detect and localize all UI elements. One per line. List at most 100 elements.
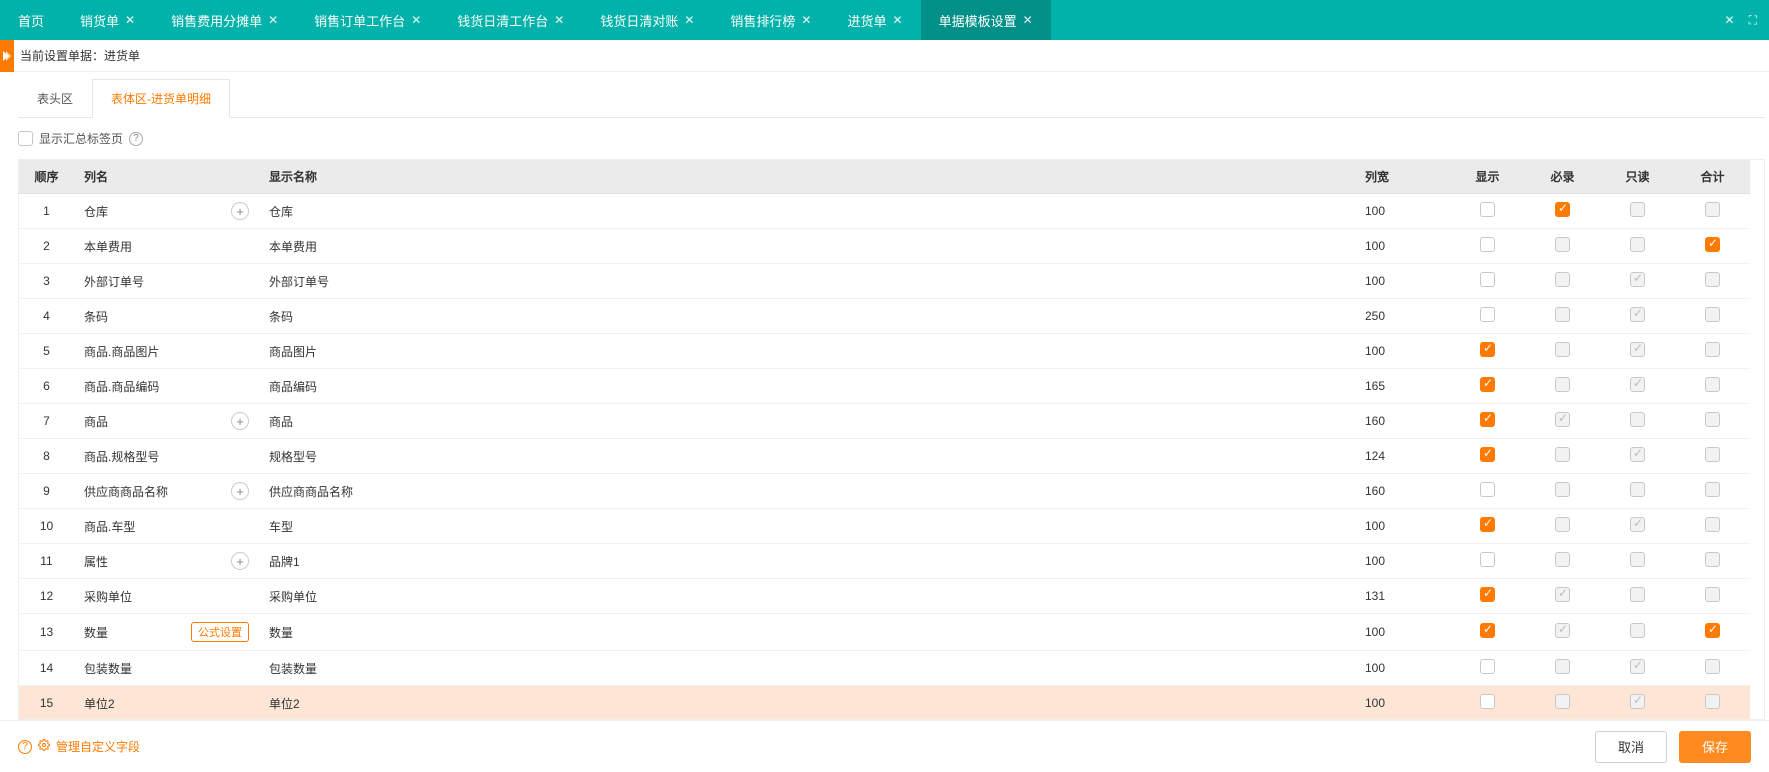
table-row[interactable]: 12采购单位采购单位131 <box>19 579 1750 614</box>
table-row[interactable]: 4条码条码250 <box>19 299 1750 334</box>
help-icon[interactable]: ? <box>18 740 32 754</box>
column-name-text: 仓库 <box>84 203 108 220</box>
cell-display-name[interactable]: 商品编码 <box>259 369 1355 404</box>
close-icon[interactable]: ✕ <box>684 13 694 27</box>
cell-display-name[interactable]: 供应商商品名称 <box>259 474 1355 509</box>
cell-width[interactable]: 124 <box>1355 439 1450 474</box>
top-tab[interactable]: 销售订单工作台✕ <box>296 0 439 40</box>
collapse-toggle[interactable] <box>0 40 14 72</box>
cell-width[interactable]: 100 <box>1355 334 1450 369</box>
table-row[interactable]: 2本单费用本单费用100 <box>19 229 1750 264</box>
show-checkbox[interactable] <box>1480 623 1495 638</box>
table-row[interactable]: 1仓库+仓库100 <box>19 194 1750 229</box>
show-checkbox[interactable] <box>1480 237 1495 252</box>
show-checkbox[interactable] <box>1480 447 1495 462</box>
tab-label: 钱货日清工作台 <box>457 11 548 30</box>
close-icon[interactable]: ✕ <box>801 13 811 27</box>
table-row[interactable]: 5商品.商品图片商品图片100 <box>19 334 1750 369</box>
show-checkbox[interactable] <box>1480 342 1495 357</box>
top-tab[interactable]: 销货单✕ <box>62 0 153 40</box>
table-row[interactable]: 9供应商商品名称+供应商商品名称160 <box>19 474 1750 509</box>
cell-name: 商品+ <box>74 404 259 439</box>
cancel-button[interactable]: 取消 <box>1595 731 1667 763</box>
table-row[interactable]: 7商品+商品160 <box>19 404 1750 439</box>
cell-display-name[interactable]: 包装数量 <box>259 651 1355 686</box>
cell-display-name[interactable]: 数量 <box>259 614 1355 651</box>
show-checkbox[interactable] <box>1480 412 1495 427</box>
plus-icon[interactable]: + <box>231 412 249 430</box>
table-row[interactable]: 14包装数量包装数量100 <box>19 651 1750 686</box>
cell-display-name[interactable]: 仓库 <box>259 194 1355 229</box>
cell-width[interactable]: 250 <box>1355 299 1450 334</box>
inner-tab[interactable]: 表体区-进货单明细 <box>92 79 230 118</box>
cell-width[interactable]: 100 <box>1355 686 1450 720</box>
show-checkbox[interactable] <box>1480 552 1495 567</box>
close-icon[interactable]: ✕ <box>893 13 903 27</box>
cell-display-name[interactable]: 条码 <box>259 299 1355 334</box>
top-tab[interactable]: 单据模板设置✕ <box>921 0 1051 40</box>
cell-width[interactable]: 100 <box>1355 264 1450 299</box>
table-row[interactable]: 6商品.商品编码商品编码165 <box>19 369 1750 404</box>
fullscreen-icon[interactable]: ⛶ <box>1749 13 1757 28</box>
top-tab[interactable]: 进货单✕ <box>829 0 920 40</box>
table-row[interactable]: 3外部订单号外部订单号100 <box>19 264 1750 299</box>
total-checkbox[interactable] <box>1705 237 1720 252</box>
close-icon[interactable]: ✕ <box>1023 13 1033 27</box>
cell-display-name[interactable]: 本单费用 <box>259 229 1355 264</box>
cell-width[interactable]: 100 <box>1355 614 1450 651</box>
top-tab[interactable]: 钱货日清工作台 ✕ <box>439 0 582 40</box>
total-checkbox[interactable] <box>1705 623 1720 638</box>
show-checkbox[interactable] <box>1480 377 1495 392</box>
top-tab[interactable]: 首页 <box>0 0 62 40</box>
cell-width[interactable]: 165 <box>1355 369 1450 404</box>
show-checkbox[interactable] <box>1480 694 1495 709</box>
close-all-icon[interactable]: ✕ <box>1725 13 1735 27</box>
cell-display-name[interactable]: 商品图片 <box>259 334 1355 369</box>
table-row[interactable]: 11属性+品牌1100 <box>19 544 1750 579</box>
cell-display-name[interactable]: 外部订单号 <box>259 264 1355 299</box>
cell-seq: 4 <box>19 299 74 334</box>
save-button[interactable]: 保存 <box>1679 731 1751 763</box>
table-row[interactable]: 8商品.规格型号规格型号124 <box>19 439 1750 474</box>
show-checkbox[interactable] <box>1480 482 1495 497</box>
plus-icon[interactable]: + <box>231 482 249 500</box>
cell-width[interactable]: 100 <box>1355 229 1450 264</box>
cell-width[interactable]: 100 <box>1355 651 1450 686</box>
cell-width[interactable]: 100 <box>1355 544 1450 579</box>
show-checkbox[interactable] <box>1480 659 1495 674</box>
cell-display-name[interactable]: 车型 <box>259 509 1355 544</box>
top-tab[interactable]: 销售排行榜✕ <box>712 0 829 40</box>
cell-display-name[interactable]: 单位2 <box>259 686 1355 720</box>
close-icon[interactable]: ✕ <box>411 13 421 27</box>
table-row[interactable]: 15单位2单位2100 <box>19 686 1750 720</box>
close-icon[interactable]: ✕ <box>554 13 564 27</box>
cell-display-name[interactable]: 采购单位 <box>259 579 1355 614</box>
show-checkbox[interactable] <box>1480 202 1495 217</box>
top-tab[interactable]: 销售费用分摊单✕ <box>153 0 296 40</box>
cell-width[interactable]: 131 <box>1355 579 1450 614</box>
top-tab[interactable]: 钱货日清对账✕ <box>582 0 712 40</box>
cell-width[interactable]: 100 <box>1355 509 1450 544</box>
close-icon[interactable]: ✕ <box>268 13 278 27</box>
plus-icon[interactable]: + <box>231 202 249 220</box>
show-summary-checkbox[interactable] <box>18 131 33 146</box>
formula-badge[interactable]: 公式设置 <box>191 622 249 642</box>
cell-display-name[interactable]: 规格型号 <box>259 439 1355 474</box>
manage-custom-fields-link[interactable]: 管理自定义字段 <box>56 738 140 755</box>
cell-width[interactable]: 100 <box>1355 194 1450 229</box>
required-checkbox[interactable] <box>1555 202 1570 217</box>
show-checkbox[interactable] <box>1480 307 1495 322</box>
inner-tab[interactable]: 表头区 <box>18 79 92 117</box>
show-checkbox[interactable] <box>1480 587 1495 602</box>
cell-display-name[interactable]: 商品 <box>259 404 1355 439</box>
cell-width[interactable]: 160 <box>1355 404 1450 439</box>
table-row[interactable]: 13数量公式设置数量100 <box>19 614 1750 651</box>
close-icon[interactable]: ✕ <box>125 13 135 27</box>
cell-width[interactable]: 160 <box>1355 474 1450 509</box>
table-row[interactable]: 10商品.车型车型100 <box>19 509 1750 544</box>
plus-icon[interactable]: + <box>231 552 249 570</box>
show-checkbox[interactable] <box>1480 517 1495 532</box>
cell-display-name[interactable]: 品牌1 <box>259 544 1355 579</box>
show-checkbox[interactable] <box>1480 272 1495 287</box>
help-icon[interactable]: ? <box>129 132 143 146</box>
